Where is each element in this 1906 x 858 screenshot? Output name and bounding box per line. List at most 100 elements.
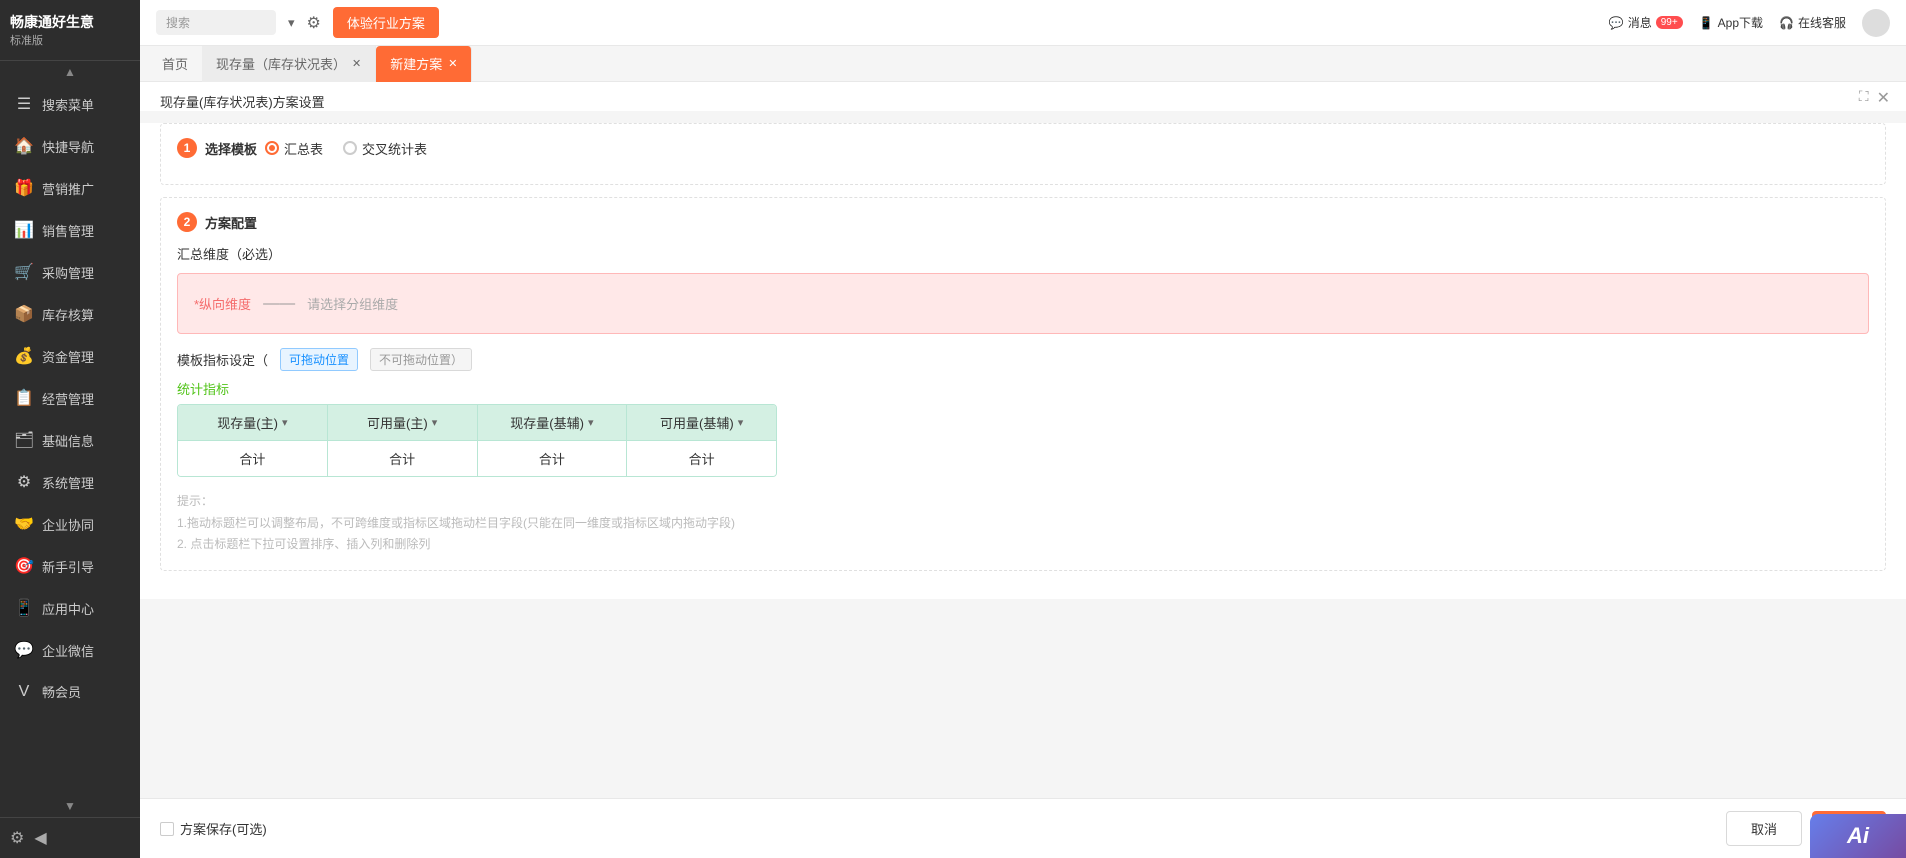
tips-title: 提示： [177, 494, 213, 508]
vip-icon: V [14, 683, 34, 701]
chevron-col4-icon[interactable]: ▾ [738, 416, 744, 429]
stats-col-3-body: 合计 [478, 441, 627, 476]
search-placeholder: 搜索 [166, 16, 190, 30]
industry-btn[interactable]: 体验行业方案 [333, 7, 439, 38]
stats-col-3-header[interactable]: 现存量(基辅) ▾ [478, 405, 627, 441]
collapse-icon[interactable]: ◀ [34, 828, 46, 848]
sidebar-item-label: 企业微信 [42, 641, 94, 660]
chart-icon: 📊 [14, 220, 34, 240]
footer: 方案保存(可选) 取消 查询 [140, 798, 1906, 858]
dim-placeholder[interactable]: 请选择分组维度 [307, 294, 398, 313]
home-icon: 🏠 [14, 136, 34, 156]
topbar-dropdown-icon[interactable]: ▾ [288, 15, 295, 31]
sidebar-item-sales[interactable]: 📊 销售管理 [0, 209, 140, 251]
stats-col-1: 现存量(主) ▾ 合计 [178, 405, 328, 476]
section-config: 2 方案配置 汇总维度（必选） *纵向维度 —— 请选择分组维度 模板指标设定（ [160, 197, 1886, 571]
sidebar-scroll-down[interactable]: ▼ [0, 795, 140, 817]
section2-header: 2 方案配置 [177, 212, 1869, 232]
cancel-button[interactable]: 取消 [1726, 811, 1802, 846]
tab-inventory-status[interactable]: 现存量（库存状况表） ✕ [202, 46, 376, 82]
mobile-icon: 📱 [14, 598, 34, 618]
user-avatar[interactable] [1862, 9, 1890, 37]
sidebar-item-system[interactable]: ⚙ 系统管理 [0, 461, 140, 503]
sidebar-item-inventory[interactable]: 📦 库存核算 [0, 293, 140, 335]
sidebar-item-marketing[interactable]: 🎁 营销推广 [0, 167, 140, 209]
menu-icon: ☰ [14, 94, 34, 114]
tab-home[interactable]: 首页 [148, 46, 202, 82]
topbar-app-download[interactable]: 📱 App下载 [1699, 14, 1763, 31]
stats-col-3: 现存量(基辅) ▾ 合计 [478, 405, 628, 476]
tab-close-inventory[interactable]: ✕ [352, 57, 361, 70]
sidebar-item-label: 营销推广 [42, 179, 94, 198]
checkbox-box[interactable] [160, 822, 174, 836]
sidebar-item-operation[interactable]: 📋 经营管理 [0, 377, 140, 419]
radio-summary[interactable]: 汇总表 [265, 139, 323, 158]
message-label: 消息 [1628, 14, 1652, 31]
cart-icon: 🛒 [14, 262, 34, 282]
chevron-col3-icon[interactable]: ▾ [588, 416, 594, 429]
sidebar-item-newbie[interactable]: 🎯 新手引导 [0, 545, 140, 587]
indicator-label: 模板指标设定（ 可拖动位置 不可拖动位置） [177, 348, 1869, 371]
tips-area: 提示： 1.拖动标题栏可以调整布局，不可跨维度或指标区域拖动栏目字段(只能在同一… [177, 491, 1869, 556]
sidebar-item-base-info[interactable]: 🗂 基础信息 [0, 419, 140, 461]
stats-col-4: 可用量(基辅) ▾ 合计 [627, 405, 776, 476]
radio-cross[interactable]: 交叉统计表 [343, 139, 427, 158]
sidebar-logo: 畅康通好生意 标准版 [0, 0, 140, 61]
drag-badge: 可拖动位置 [280, 348, 358, 371]
gear-icon: ⚙ [14, 472, 34, 492]
sidebar-item-label: 应用中心 [42, 599, 94, 618]
sidebar-item-enterprise[interactable]: 🤝 企业协同 [0, 503, 140, 545]
tab-close-new-scheme[interactable]: ✕ [448, 57, 457, 70]
message-badge: 99+ [1656, 16, 1683, 29]
sidebar-item-label: 资金管理 [42, 347, 94, 366]
sidebar-item-quick-nav[interactable]: 🏠 快捷导航 [0, 125, 140, 167]
sidebar-item-purchase[interactable]: 🛒 采购管理 [0, 251, 140, 293]
radio-cross-circle [343, 141, 357, 155]
tabbar: 首页 现存量（库存状况表） ✕ 新建方案 ✕ [140, 46, 1906, 82]
topbar-message[interactable]: 💬 消息 99+ [1609, 14, 1683, 31]
topbar-gear-icon[interactable]: ⚙ [307, 13, 321, 33]
indicator-settings: 模板指标设定（ 可拖动位置 不可拖动位置） 统计指标 现存量(主) [177, 348, 1869, 477]
app-label: App下载 [1718, 14, 1763, 31]
panel-expand-icon[interactable]: ⛶ [1859, 88, 1869, 108]
chevron-col1-icon[interactable]: ▾ [282, 416, 288, 429]
save-label: 方案保存(可选) [180, 819, 267, 838]
sidebar-item-label: 采购管理 [42, 263, 94, 282]
topbar-online-service[interactable]: 🎧 在线客服 [1779, 14, 1846, 31]
content-area: 现存量(库存状况表)方案设置 1 选择模板 汇总表 [140, 82, 1906, 798]
folder-icon: 🗂 [14, 430, 34, 450]
stats-table: 现存量(主) ▾ 合计 可用量(主) [177, 404, 777, 477]
no-drag-badge: 不可拖动位置） [370, 348, 472, 371]
sidebar-item-label: 新手引导 [42, 557, 94, 576]
handshake-icon: 🤝 [14, 514, 34, 534]
stats-col-1-header[interactable]: 现存量(主) ▾ [178, 405, 327, 441]
sidebar-item-finance[interactable]: 💰 资金管理 [0, 335, 140, 377]
app-version: 标准版 [10, 32, 130, 48]
topbar-search: 搜索 [156, 10, 276, 35]
settings-icon[interactable]: ⚙ [10, 828, 24, 848]
dim-label: 汇总维度（必选） [177, 244, 1869, 263]
stats-col-1-body: 合计 [178, 441, 327, 476]
sidebar-item-app-center[interactable]: 📱 应用中心 [0, 587, 140, 629]
step2-badge: 2 [177, 212, 197, 232]
save-checkbox[interactable]: 方案保存(可选) [160, 819, 267, 838]
message-icon: 💬 [1609, 16, 1624, 30]
target-icon: 🎯 [14, 556, 34, 576]
section-template: 1 选择模板 汇总表 交叉统计表 [160, 123, 1886, 185]
service-label: 在线客服 [1798, 14, 1846, 31]
sidebar-item-wechat[interactable]: 💬 企业微信 [0, 629, 140, 671]
sidebar-item-label: 经营管理 [42, 389, 94, 408]
sidebar-item-membership[interactable]: V 畅会员 [0, 671, 140, 712]
stats-col-4-body: 合计 [627, 441, 776, 476]
ai-badge[interactable]: Ai [1810, 814, 1906, 858]
page-subtitle: 现存量(库存状况表)方案设置 [160, 95, 325, 110]
sidebar-item-label: 搜索菜单 [42, 95, 94, 114]
tab-new-scheme[interactable]: 新建方案 ✕ [376, 46, 472, 82]
stats-col-2-header[interactable]: 可用量(主) ▾ [328, 405, 477, 441]
chevron-col2-icon[interactable]: ▾ [432, 416, 438, 429]
panel-close-icon[interactable]: ✕ [1877, 88, 1890, 108]
stats-col-4-header[interactable]: 可用量(基辅) ▾ [627, 405, 776, 441]
sidebar-item-search-menu[interactable]: ☰ 搜索菜单 [0, 83, 140, 125]
sidebar-scroll-up[interactable]: ▲ [0, 61, 140, 83]
tip-1: 1.拖动标题栏可以调整布局，不可跨维度或指标区域拖动栏目字段(只能在同一维度或指… [177, 513, 1869, 535]
